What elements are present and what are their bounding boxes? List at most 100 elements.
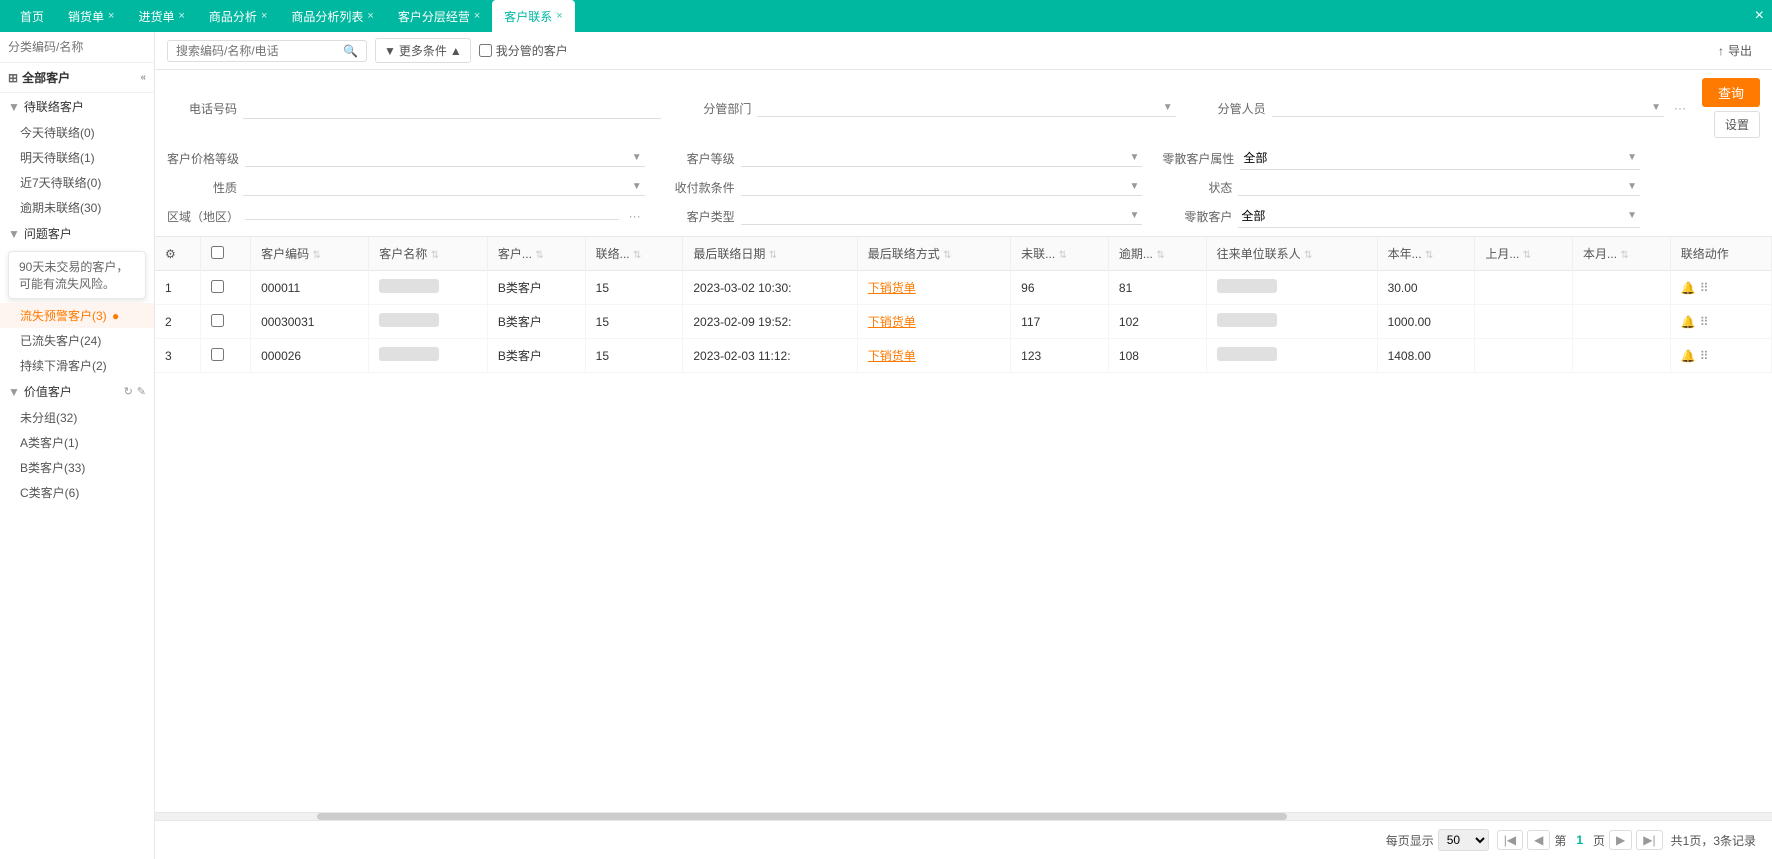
filter-manager-select[interactable]: ▼ [1272, 99, 1664, 117]
more-icon[interactable]: ··· [1670, 101, 1690, 115]
filter-customer-type-select[interactable]: ▼ [741, 207, 1143, 225]
nav-sales-order[interactable]: 销货单 × [56, 0, 126, 32]
contact-method-link[interactable]: 下销货单 [868, 281, 916, 295]
sidebar-group-value[interactable]: ▼ 价值客户 ↻ ✎ [0, 378, 154, 405]
current-page-number: 1 [1570, 831, 1589, 849]
filter-payment-select[interactable]: ▼ [741, 178, 1143, 196]
nav-home[interactable]: 首页 [8, 0, 56, 32]
filter-customer-tier-select[interactable]: ▼ [741, 149, 1143, 167]
sidebar-item-churn-warning[interactable]: 流失预警客户(3) ● [0, 303, 154, 328]
sidebar-all-customers[interactable]: ⊞ 全部客户 « [0, 63, 154, 93]
row-checkbox[interactable] [211, 280, 224, 293]
th-checkbox[interactable] [201, 237, 251, 271]
sidebar-item-tier-a[interactable]: A类客户(1) [0, 430, 154, 455]
horizontal-scrollbar[interactable] [155, 812, 1772, 820]
nav-product-analysis[interactable]: 商品分析 × [197, 0, 279, 32]
th-uncontact-days[interactable]: 未联... ⇅ [1011, 237, 1109, 271]
more-action-icon[interactable]: ⠿ [1700, 315, 1709, 329]
sidebar-item-tomorrow-pending[interactable]: 明天待联络(1) [0, 145, 154, 170]
search-submit-icon[interactable]: 🔍 [343, 44, 358, 58]
my-customers-check-input[interactable] [479, 44, 492, 57]
more-action-icon[interactable]: ⠿ [1700, 349, 1709, 363]
contact-method-link[interactable]: 下销货单 [868, 349, 916, 363]
filter-phone-input[interactable] [243, 98, 661, 119]
sidebar-item-tier-b[interactable]: B类客户(33) [0, 455, 154, 480]
close-product-analysis[interactable]: × [261, 10, 267, 22]
page-size-select[interactable]: 20 50 100 [1438, 829, 1489, 851]
refresh-icon[interactable]: ↻ [124, 385, 133, 398]
th-customer-type[interactable]: 客户... ⇅ [487, 237, 585, 271]
first-page-button[interactable]: |◀ [1497, 830, 1523, 850]
th-name[interactable]: 客户名称 ⇅ [369, 237, 488, 271]
th-this-month[interactable]: 本月... ⇅ [1573, 237, 1671, 271]
th-this-year[interactable]: 本年... ⇅ [1377, 237, 1475, 271]
my-customers-checkbox[interactable]: 我分管的客户 [479, 42, 568, 59]
nav-customer-contact[interactable]: 客户联系 × [492, 0, 574, 32]
last-page-button[interactable]: ▶| [1636, 830, 1662, 850]
settings-button[interactable]: 设置 [1714, 111, 1760, 138]
close-customer-tier[interactable]: × [474, 10, 480, 22]
region-more-icon[interactable]: ··· [625, 209, 645, 223]
collapse-icon[interactable]: « [140, 72, 146, 83]
export-button[interactable]: ↑ 导出 [1710, 39, 1760, 62]
th-last-date[interactable]: 最后联络日期 ⇅ [683, 237, 857, 271]
next-page-button[interactable]: ▶ [1609, 830, 1632, 850]
prev-page-button[interactable]: ◀ [1527, 830, 1550, 850]
filter-price-tier-select[interactable]: ▼ [245, 149, 645, 167]
row-checkbox[interactable] [211, 348, 224, 361]
more-filter-btn[interactable]: ▼ 更多条件 ▲ [375, 38, 471, 63]
tooltip-problem-customers: 90天未交易的客户，可能有流失风险。 [8, 251, 146, 299]
sidebar-item-tier-c[interactable]: C类客户(6) [0, 480, 154, 505]
contact-action-icon[interactable]: 🔔 [1681, 349, 1696, 363]
cell-checkbox[interactable] [201, 339, 251, 373]
filter-retail-customer-select[interactable]: 全部 ▼ [1238, 204, 1640, 228]
row-checkbox[interactable] [211, 314, 224, 327]
th-overdue-days[interactable]: 逾期... ⇅ [1108, 237, 1206, 271]
more-action-icon[interactable]: ⠿ [1700, 281, 1709, 295]
th-contact-person[interactable]: 往来单位联系人 ⇅ [1206, 237, 1377, 271]
th-last-month[interactable]: 上月... ⇅ [1475, 237, 1573, 271]
close-purchase-order[interactable]: × [178, 10, 184, 22]
close-sales-order[interactable]: × [108, 10, 114, 22]
query-button[interactable]: 查询 [1702, 78, 1760, 107]
search-input[interactable] [176, 44, 343, 58]
cell-checkbox[interactable] [201, 305, 251, 339]
nav-customer-tier[interactable]: 客户分层经营 × [386, 0, 492, 32]
select-all-checkbox[interactable] [211, 246, 224, 259]
nav-purchase-order[interactable]: 进货单 × [126, 0, 196, 32]
th-code[interactable]: 客户编码 ⇅ [251, 237, 369, 271]
edit-icon[interactable]: ✎ [137, 385, 146, 398]
cell-last-method[interactable]: 下销货单 [857, 305, 1010, 339]
th-settings[interactable]: ⚙ [155, 237, 201, 271]
sidebar-item-churned[interactable]: 已流失客户(24) [0, 328, 154, 353]
cell-this-month [1573, 305, 1671, 339]
cell-last-method[interactable]: 下销货单 [857, 271, 1010, 305]
sidebar-item-today-pending[interactable]: 今天待联络(0) [0, 120, 154, 145]
contact-action-icon[interactable]: 🔔 [1681, 281, 1696, 295]
sidebar-item-7days-pending[interactable]: 近7天待联络(0) [0, 170, 154, 195]
cell-checkbox[interactable] [201, 271, 251, 305]
filter-nature-select[interactable]: ▼ [243, 178, 645, 196]
sidebar-item-ungrouped[interactable]: 未分组(32) [0, 405, 154, 430]
sort-icon-11: ⇅ [1523, 250, 1531, 261]
cell-last-date: 2023-02-09 19:52: [683, 305, 857, 339]
close-product-analysis-list[interactable]: × [367, 10, 373, 22]
sidebar-item-declining[interactable]: 持续下滑客户(2) [0, 353, 154, 378]
th-last-method[interactable]: 最后联络方式 ⇅ [857, 237, 1010, 271]
sidebar-search-input[interactable] [8, 40, 155, 54]
cell-last-method[interactable]: 下销货单 [857, 339, 1010, 373]
contact-action-icon[interactable]: 🔔 [1681, 315, 1696, 329]
filter-dept-select[interactable]: ▼ [757, 99, 1175, 117]
th-contact-count[interactable]: 联络... ⇅ [585, 237, 683, 271]
filter-status-select[interactable]: ▼ [1238, 178, 1640, 196]
close-customer-contact[interactable]: × [556, 10, 562, 22]
sidebar-group-pending[interactable]: ▼ 待联络客户 [0, 93, 154, 120]
nav-product-analysis-list[interactable]: 商品分析列表 × [279, 0, 385, 32]
filter-retail-attr-select[interactable]: 全部 ▼ [1240, 146, 1640, 170]
window-close-button[interactable]: × [1755, 7, 1764, 25]
sidebar-group-problem[interactable]: ▼ 问题客户 [0, 220, 154, 247]
filter-region-select[interactable] [245, 213, 619, 220]
contact-method-link[interactable]: 下销货单 [868, 315, 916, 329]
sidebar-item-overdue[interactable]: 逾期未联络(30) [0, 195, 154, 220]
sort-icon-10: ⇅ [1425, 250, 1433, 261]
